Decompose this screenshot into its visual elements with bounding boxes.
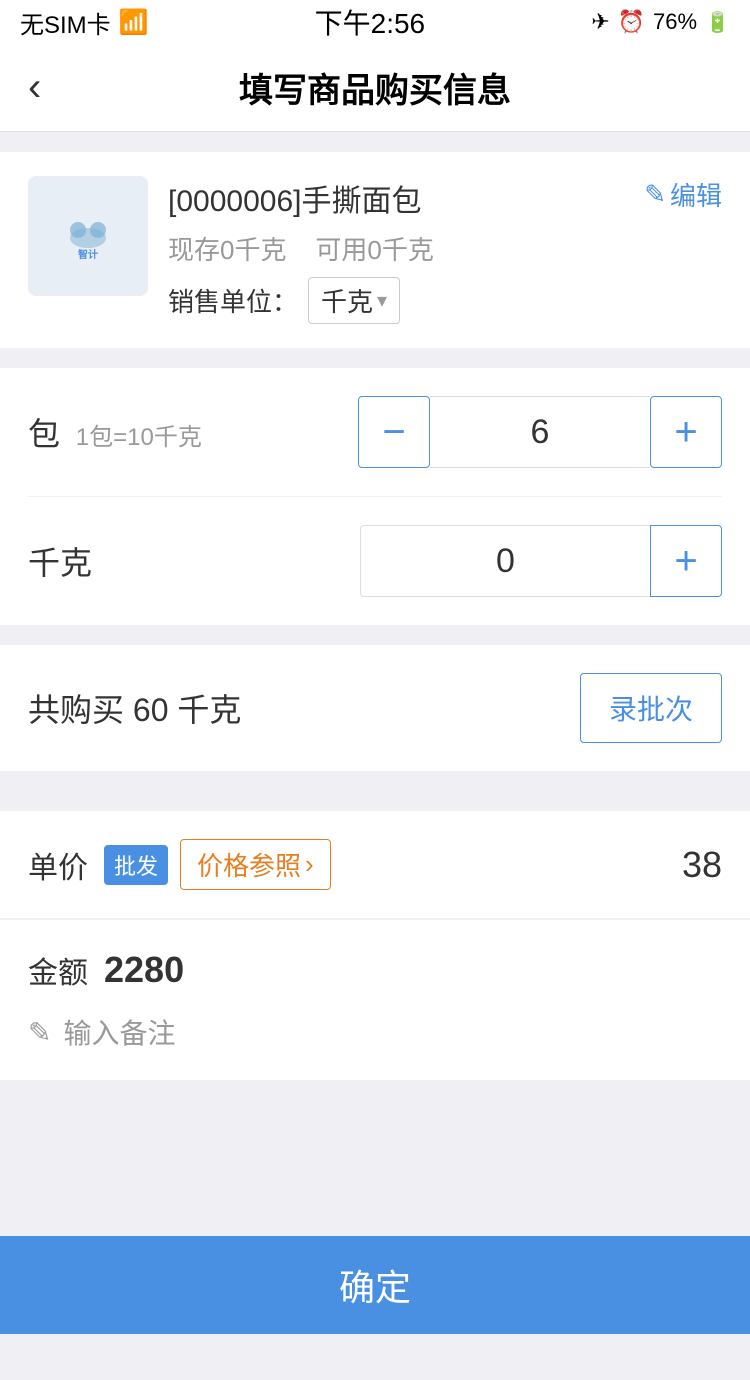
- note-placeholder[interactable]: 输入备注: [63, 1012, 175, 1052]
- amount-value: 2280: [104, 949, 184, 991]
- record-batch-button[interactable]: 录批次: [580, 673, 722, 743]
- status-left: 无SIM卡 📶: [20, 5, 149, 40]
- divider-3: [0, 771, 750, 791]
- price-ref-button[interactable]: 价格参照 ›: [180, 839, 331, 890]
- confirm-button[interactable]: 确定: [0, 1236, 750, 1334]
- amount-row: 金额 2280: [28, 948, 722, 992]
- bao-row: 包 1包=10千克 − +: [28, 368, 722, 497]
- bao-label-group: 包 1包=10千克: [28, 409, 202, 455]
- status-right: ✈ ⏰ 76% 🔋: [591, 9, 730, 35]
- back-button[interactable]: ‹: [28, 65, 41, 110]
- total-section: 共购买 60 千克 录批次: [0, 645, 750, 771]
- amount-section: 金额 2280 ✎ 输入备注: [0, 920, 750, 1080]
- unit-select[interactable]: 千克 ▾: [308, 277, 400, 324]
- note-row[interactable]: ✎ 输入备注: [28, 1012, 722, 1052]
- kg-qty-control: +: [360, 525, 722, 597]
- status-time: 下午2:56: [315, 2, 426, 42]
- edit-button[interactable]: ✎ 编辑: [644, 176, 722, 213]
- price-value: 38: [682, 844, 722, 886]
- product-image: 智计: [28, 176, 148, 296]
- quantity-section: 包 1包=10千克 − + 千克 +: [0, 368, 750, 625]
- kg-label: 千克: [28, 545, 92, 581]
- content-area: [0, 1080, 750, 1380]
- product-info: [0000006]手撕面包 现存0千克 可用0千克 销售单位： 千克 ▾: [168, 176, 722, 324]
- battery-icon: 🔋: [705, 10, 730, 35]
- status-bar: 无SIM卡 📶 下午2:56 ✈ ⏰ 76% 🔋: [0, 0, 750, 44]
- svg-text:智计: 智计: [78, 248, 98, 261]
- bao-sub-label: 1包=10千克: [76, 424, 202, 451]
- bao-quantity-input[interactable]: [430, 396, 650, 468]
- page-title: 填写商品购买信息: [239, 63, 511, 112]
- location-icon: ✈: [591, 9, 609, 35]
- alarm-icon: ⏰: [618, 9, 645, 35]
- product-card: 智计 [0000006]手撕面包 现存0千克 可用0千克 销售单位： 千克 ▾ …: [0, 152, 750, 348]
- price-ref-label: 价格参照: [197, 846, 301, 883]
- divider-2: [0, 625, 750, 645]
- price-ref-arrow: ›: [305, 849, 314, 880]
- price-type-tag: 批发: [104, 845, 168, 885]
- price-section: 单价 批发 价格参照 › 38: [0, 811, 750, 918]
- note-icon: ✎: [28, 1016, 51, 1049]
- bao-plus-button[interactable]: +: [650, 396, 722, 468]
- price-label: 单价: [28, 843, 88, 887]
- kg-row: 千克 +: [28, 497, 722, 625]
- divider-1: [0, 348, 750, 368]
- kg-plus-button[interactable]: +: [650, 525, 722, 597]
- product-name: [0000006]手撕面包: [168, 176, 722, 220]
- nav-bar: ‹ 填写商品购买信息: [0, 44, 750, 132]
- product-unit: 销售单位： 千克 ▾: [168, 277, 722, 324]
- wifi-icon: 📶: [119, 8, 149, 37]
- bao-qty-control: − +: [358, 396, 722, 468]
- amount-label: 金额: [28, 948, 88, 992]
- total-text: 共购买 60 千克: [28, 685, 241, 731]
- bao-minus-button[interactable]: −: [358, 396, 430, 468]
- product-stock: 现存0千克 可用0千克: [168, 230, 722, 267]
- kg-quantity-input[interactable]: [360, 525, 650, 597]
- battery-label: 76%: [653, 9, 697, 35]
- bao-label: 包: [28, 416, 60, 452]
- kg-label-group: 千克: [28, 538, 92, 584]
- carrier-label: 无SIM卡: [20, 5, 111, 40]
